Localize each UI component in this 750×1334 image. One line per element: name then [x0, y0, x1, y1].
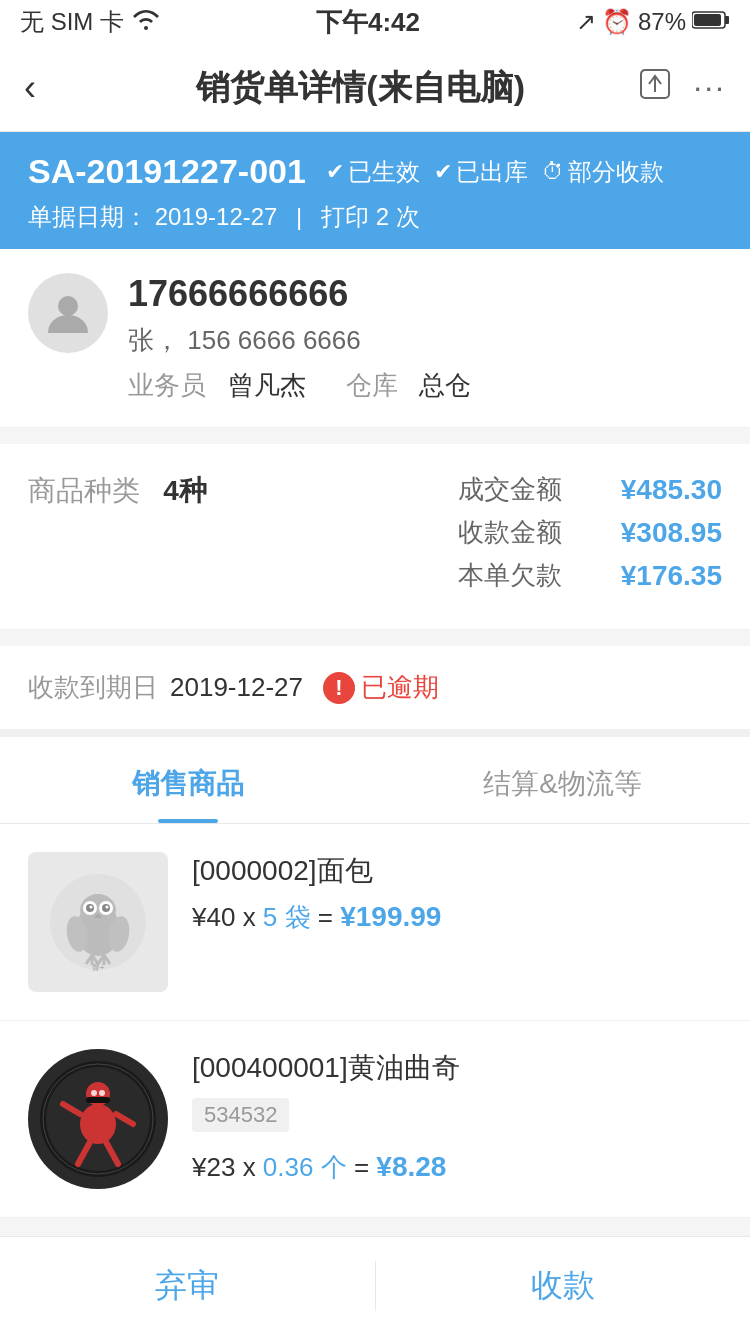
product-name-1: [0000002]面包	[192, 852, 722, 890]
summary-types: 商品种类 4种	[28, 472, 207, 510]
tabs-section: 销售商品 结算&物流等	[0, 737, 750, 824]
product-name-2: [000400001]黄油曲奇	[192, 1049, 722, 1087]
svg-point-5	[58, 296, 78, 316]
back-button[interactable]: ‹	[24, 67, 84, 109]
tab-settlement[interactable]: 结算&物流等	[375, 737, 750, 823]
amount-row-1: 成交金额 ¥485.30	[458, 472, 722, 507]
carrier-text: 无 SIM 卡	[20, 6, 124, 38]
overdue-badge: ! 已逾期	[323, 670, 439, 705]
status-left: 无 SIM 卡	[20, 6, 160, 38]
page-title: 销货单详情(来自电脑)	[196, 65, 525, 111]
customer-meta: 业务员 曾凡杰 仓库 总仓	[128, 368, 722, 403]
tab-sales-products[interactable]: 销售商品	[0, 737, 375, 823]
svg-point-28	[80, 1104, 116, 1144]
due-section: 收款到期日 2019-12-27 ! 已逾期	[0, 646, 750, 737]
more-icon[interactable]: ···	[693, 69, 726, 106]
product-thumb-1: 督+	[28, 852, 168, 992]
svg-point-35	[99, 1090, 105, 1096]
amount-row-3: 本单欠款 ¥176.35	[458, 558, 722, 593]
check-icon-1: ✔	[326, 159, 344, 185]
svg-text:督+: 督+	[92, 963, 105, 972]
location-icon: ↗	[576, 8, 596, 36]
battery-icon	[692, 8, 730, 36]
customer-info: 17666666666 张， 156 6666 6666 业务员 曾凡杰 仓库 …	[128, 273, 722, 403]
summary-amounts: 成交金额 ¥485.30 收款金额 ¥308.95 本单欠款 ¥176.35	[458, 472, 722, 601]
confirm-button[interactable]: 收款	[376, 1237, 751, 1334]
products-section: 督+ [0000002]面包 ¥40 x 5 袋 = ¥199.99	[0, 824, 750, 1218]
nav-bar: ‹ 销货单详情(来自电脑) ···	[0, 44, 750, 132]
product-price-2: ¥23 x 0.36 个 = ¥8.28	[192, 1150, 722, 1185]
amount-row-2: 收款金额 ¥308.95	[458, 515, 722, 550]
customer-phone: 张， 156 6666 6666	[128, 323, 722, 358]
status-badges: ✔ 已生效 ✔ 已出库 ⏱ 部分收款	[326, 156, 664, 188]
product-info-1: [0000002]面包 ¥40 x 5 袋 = ¥199.99	[192, 852, 722, 935]
product-thumb-2	[28, 1049, 168, 1189]
svg-rect-33	[86, 1097, 110, 1103]
svg-point-13	[90, 906, 93, 909]
order-date-row: 单据日期： 2019-12-27 | 打印 2 次	[28, 201, 722, 233]
header-banner: SA-20191227-001 ✔ 已生效 ✔ 已出库 ⏱ 部分收款 单据日期：…	[0, 132, 750, 249]
wifi-icon	[132, 8, 160, 36]
product-price-1: ¥40 x 5 袋 = ¥199.99	[192, 900, 722, 935]
svg-point-34	[91, 1090, 97, 1096]
svg-point-14	[106, 906, 109, 909]
check-icon-2: ✔	[434, 159, 452, 185]
status-right: ↗ ⏰ 87%	[576, 8, 730, 36]
cancel-button[interactable]: 弃审	[0, 1237, 375, 1334]
alarm-icon: ⏰	[602, 8, 632, 36]
warehouse-label: 仓库 总仓	[346, 368, 472, 403]
status-badge-1: ✔ 已生效	[326, 156, 420, 188]
clock-icon: ⏱	[542, 159, 564, 185]
sales-label: 业务员 曾凡杰	[128, 368, 306, 403]
bottom-bar: 弃审 收款	[0, 1236, 750, 1334]
order-id: SA-20191227-001	[28, 152, 306, 191]
status-badge-2: ✔ 已出库	[434, 156, 528, 188]
avatar	[28, 273, 108, 353]
nav-actions: ···	[637, 66, 726, 109]
overdue-icon: !	[323, 672, 355, 704]
status-time: 下午4:42	[316, 5, 420, 40]
svg-rect-1	[725, 16, 729, 24]
product-sku-2: 534532	[192, 1097, 722, 1142]
status-badge-3: ⏱ 部分收款	[542, 156, 664, 188]
battery-text: 87%	[638, 8, 686, 36]
status-bar: 无 SIM 卡 下午4:42 ↗ ⏰ 87%	[0, 0, 750, 44]
customer-section: 17666666666 张， 156 6666 6666 业务员 曾凡杰 仓库 …	[0, 249, 750, 428]
product-item-2: [000400001]黄油曲奇 534532 ¥23 x 0.36 个 = ¥8…	[0, 1021, 750, 1218]
customer-name: 17666666666	[128, 273, 722, 315]
svg-rect-2	[694, 14, 721, 26]
summary-section: 商品种类 4种 成交金额 ¥485.30 收款金额 ¥308.95 本单欠款 ¥…	[0, 444, 750, 630]
product-info-2: [000400001]黄油曲奇 534532 ¥23 x 0.36 个 = ¥8…	[192, 1049, 722, 1185]
share-icon[interactable]	[637, 66, 673, 109]
product-item-1: 督+ [0000002]面包 ¥40 x 5 袋 = ¥199.99	[0, 824, 750, 1021]
